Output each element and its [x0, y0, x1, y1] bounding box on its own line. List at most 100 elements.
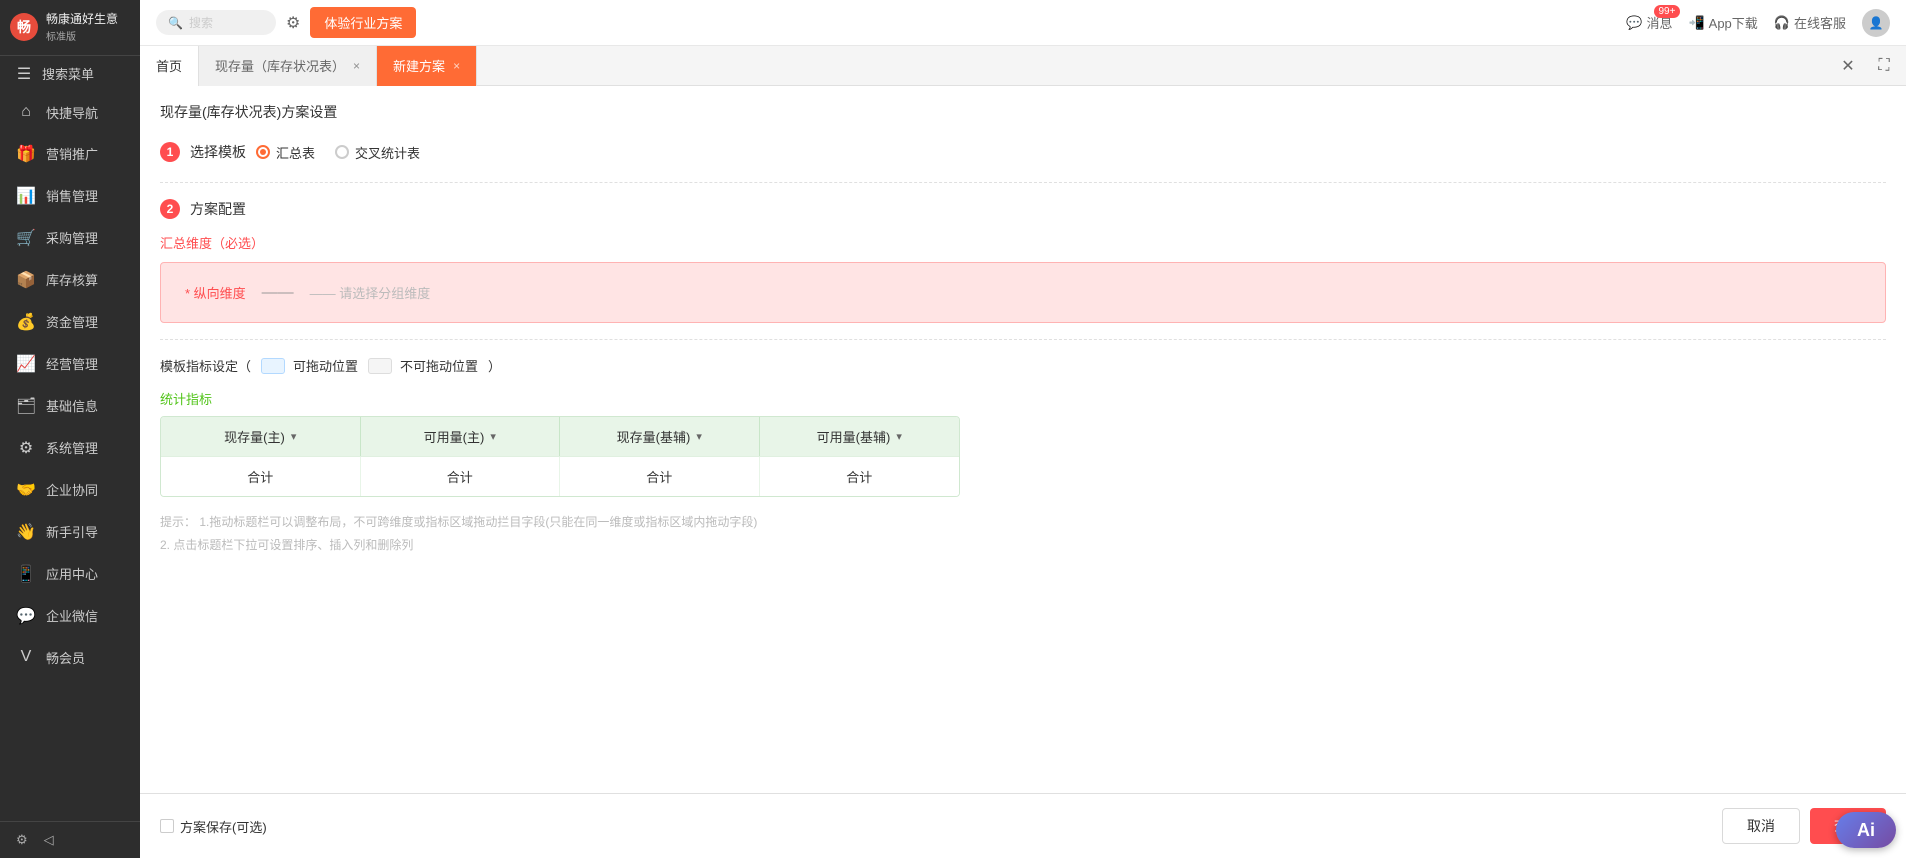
user-avatar[interactable]: 👤 — [1862, 9, 1890, 37]
sidebar-item-system[interactable]: ⚙ 系统管理 — [0, 427, 140, 469]
tab-new-scheme[interactable]: 新建方案 × — [377, 46, 477, 86]
step1-title: 选择模板 — [190, 142, 246, 162]
message-icon: 💬 — [1626, 15, 1642, 31]
trending-icon: 📈 — [16, 354, 36, 374]
header-cell-3[interactable]: 可用量(基辅) ▾ — [760, 417, 960, 456]
step1-section: 1 选择模板 汇总表 交叉统计表 — [160, 142, 1886, 162]
sidebar-item-marketing[interactable]: 🎁 营销推广 — [0, 133, 140, 175]
topbar-app-download[interactable]: 📲 App下载 — [1688, 13, 1757, 32]
gear-icon: ⚙ — [16, 438, 36, 458]
tab-inventory-status[interactable]: 现存量（库存状况表） × — [199, 46, 377, 86]
template-radio-group: 汇总表 交叉统计表 — [256, 143, 420, 162]
tab-close-inventory[interactable]: × — [353, 59, 360, 73]
radio-summary-circle — [256, 145, 270, 159]
sidebar-logo: 畅 畅康通好生意 标准版 — [0, 0, 140, 56]
row-cell-0-2: 合计 — [560, 457, 760, 496]
tip-1: 提示： 1.拖动标题栏可以调整布局，不可跨维度或指标区域拖动拦目字段(只能在同一… — [160, 513, 1886, 532]
gift-icon: 🎁 — [16, 144, 36, 164]
tab-home[interactable]: 首页 — [140, 46, 199, 86]
topbar-online-service[interactable]: 🎧 在线客服 — [1774, 13, 1846, 32]
sidebar-item-wechat[interactable]: 💬 企业微信 — [0, 595, 140, 637]
step2-inner-divider — [160, 339, 1886, 340]
summary-dimension-label: 汇总维度（必选） — [160, 233, 1886, 252]
cancel-button[interactable]: 取消 — [1722, 808, 1800, 844]
sidebar-item-member[interactable]: V 畅会员 — [0, 637, 140, 678]
chart-icon: 📊 — [16, 186, 36, 206]
search-icon: ☰ — [14, 64, 34, 84]
money-icon: 💰 — [16, 312, 36, 332]
stats-table: 现存量(主) ▾ 可用量(主) ▾ 现存量(基辅) ▾ 可用量(基辅) — [160, 416, 960, 497]
tab-close-new-scheme[interactable]: × — [453, 59, 460, 73]
indicator-settings-prefix: 模板指标设定（ — [160, 356, 251, 375]
indicator-non-draggable-legend: 不可拖动位置 — [368, 356, 478, 375]
step2-content: 汇总维度（必选） * 纵向维度 —— —— 请选择分组维度 模板指标设定（ 可拖… — [160, 233, 1886, 555]
trial-btn[interactable]: 体验行业方案 — [310, 7, 416, 38]
handshake-icon: 🤝 — [16, 480, 36, 500]
tab-expand-action[interactable]: ⛶ — [1870, 52, 1898, 80]
ai-badge[interactable]: Ai — [1836, 812, 1896, 848]
home-icon: ⌂ — [16, 103, 36, 121]
indicator-draggable-legend: 可拖动位置 — [261, 356, 358, 375]
topbar-right: 💬 消息 99+ 📲 App下载 🎧 在线客服 👤 — [1626, 9, 1890, 37]
content-area: 现存量(库存状况表)方案设置 1 选择模板 汇总表 交叉统计表 — [140, 86, 1906, 793]
sidebar-bottom: ⚙ ◁ — [0, 821, 140, 858]
indicator-settings: 模板指标设定（ 可拖动位置 不可拖动位置 ） — [160, 356, 1886, 375]
topbar-search[interactable]: 🔍 搜索 — [156, 10, 276, 35]
vertical-dimension-label: * 纵向维度 — [185, 283, 246, 302]
cart-icon: 🛒 — [16, 228, 36, 248]
row-cell-0-0: 合计 — [161, 457, 361, 496]
sidebar-item-sales[interactable]: 📊 销售管理 — [0, 175, 140, 217]
step1-header: 1 选择模板 汇总表 交叉统计表 — [160, 142, 1886, 162]
topbar: 🔍 搜索 ⚙ 体验行业方案 💬 消息 99+ 📲 App下载 🎧 在线客服 👤 — [140, 0, 1906, 46]
tab-close-action[interactable]: ✕ — [1834, 52, 1862, 80]
header-cell-1[interactable]: 可用量(主) ▾ — [361, 417, 561, 456]
sidebar-item-quicknav[interactable]: ⌂ 快捷导航 — [0, 92, 140, 133]
topbar-messages[interactable]: 💬 消息 99+ — [1626, 13, 1672, 32]
app-logo-icon: 畅 — [10, 13, 38, 41]
sidebar-item-cooperation[interactable]: 🤝 企业协同 — [0, 469, 140, 511]
sidebar-nav: ☰ 搜索菜单 ⌂ 快捷导航 🎁 营销推广 📊 销售管理 🛒 采购管理 📦 库存核… — [0, 56, 140, 821]
vip-icon: V — [16, 648, 36, 666]
sidebar-item-management[interactable]: 📈 经营管理 — [0, 343, 140, 385]
chevron-down-icon-0: ▾ — [291, 430, 297, 443]
sidebar-item-guide[interactable]: 👋 新手引导 — [0, 511, 140, 553]
sidebar-item-finance[interactable]: 💰 资金管理 — [0, 301, 140, 343]
topbar-gear-icon[interactable]: ⚙ — [286, 13, 300, 33]
sidebar-item-inventory[interactable]: 📦 库存核算 — [0, 259, 140, 301]
mobile-icon: 📱 — [16, 564, 36, 584]
main-area: 🔍 搜索 ⚙ 体验行业方案 💬 消息 99+ 📲 App下载 🎧 在线客服 👤 — [140, 0, 1906, 858]
dimension-area[interactable]: * 纵向维度 —— —— 请选择分组维度 — [160, 262, 1886, 323]
indicator-settings-suffix: ） — [488, 356, 501, 375]
header-cell-0[interactable]: 现存量(主) ▾ — [161, 417, 361, 456]
topbar-search-icon: 🔍 — [168, 16, 183, 30]
step2-title: 方案配置 — [190, 199, 246, 219]
sidebar-collapse-icon[interactable]: ◁ — [44, 832, 54, 848]
sidebar-item-basic-info[interactable]: 🗂 基础信息 — [0, 385, 140, 427]
app-download-icon: 📲 — [1688, 15, 1704, 31]
bottom-bar: 方案保存(可选) 取消 查询 — [140, 793, 1906, 858]
service-icon: 🎧 — [1774, 15, 1790, 31]
tip-2: 2. 点击标题栏下拉可设置排序、插入列和删除列 — [160, 536, 1886, 555]
tips-section: 提示： 1.拖动标题栏可以调整布局，不可跨维度或指标区域拖动拦目字段(只能在同一… — [160, 513, 1886, 555]
chevron-down-icon-2: ▾ — [696, 430, 702, 443]
sidebar-settings-icon[interactable]: ⚙ — [16, 832, 28, 848]
chevron-down-icon-3: ▾ — [896, 430, 902, 443]
step1-badge: 1 — [160, 142, 180, 162]
dimension-placeholder: —— 请选择分组维度 — [310, 283, 431, 302]
sidebar-item-app-center[interactable]: 📱 应用中心 — [0, 553, 140, 595]
folder-icon: 🗂 — [16, 396, 36, 416]
chat-icon: 💬 — [16, 606, 36, 626]
messages-count-badge: 99+ — [1654, 5, 1681, 18]
radio-summary[interactable]: 汇总表 — [256, 143, 315, 162]
sidebar-item-search[interactable]: ☰ 搜索菜单 — [0, 56, 140, 92]
non-draggable-label: 不可拖动位置 — [400, 356, 478, 375]
save-checkbox[interactable]: 方案保存(可选) — [160, 817, 267, 836]
row-cell-0-1: 合计 — [361, 457, 561, 496]
app-logo-text: 畅康通好生意 标准版 — [46, 12, 118, 43]
header-cell-2[interactable]: 现存量(基辅) ▾ — [560, 417, 760, 456]
wave-icon: 👋 — [16, 522, 36, 542]
radio-cross[interactable]: 交叉统计表 — [335, 143, 420, 162]
step2-section: 2 方案配置 汇总维度（必选） * 纵向维度 —— —— 请选择分组维度 模板指… — [160, 199, 1886, 555]
tab-bar-actions: ✕ ⛶ — [1834, 52, 1906, 80]
sidebar-item-purchase[interactable]: 🛒 采购管理 — [0, 217, 140, 259]
